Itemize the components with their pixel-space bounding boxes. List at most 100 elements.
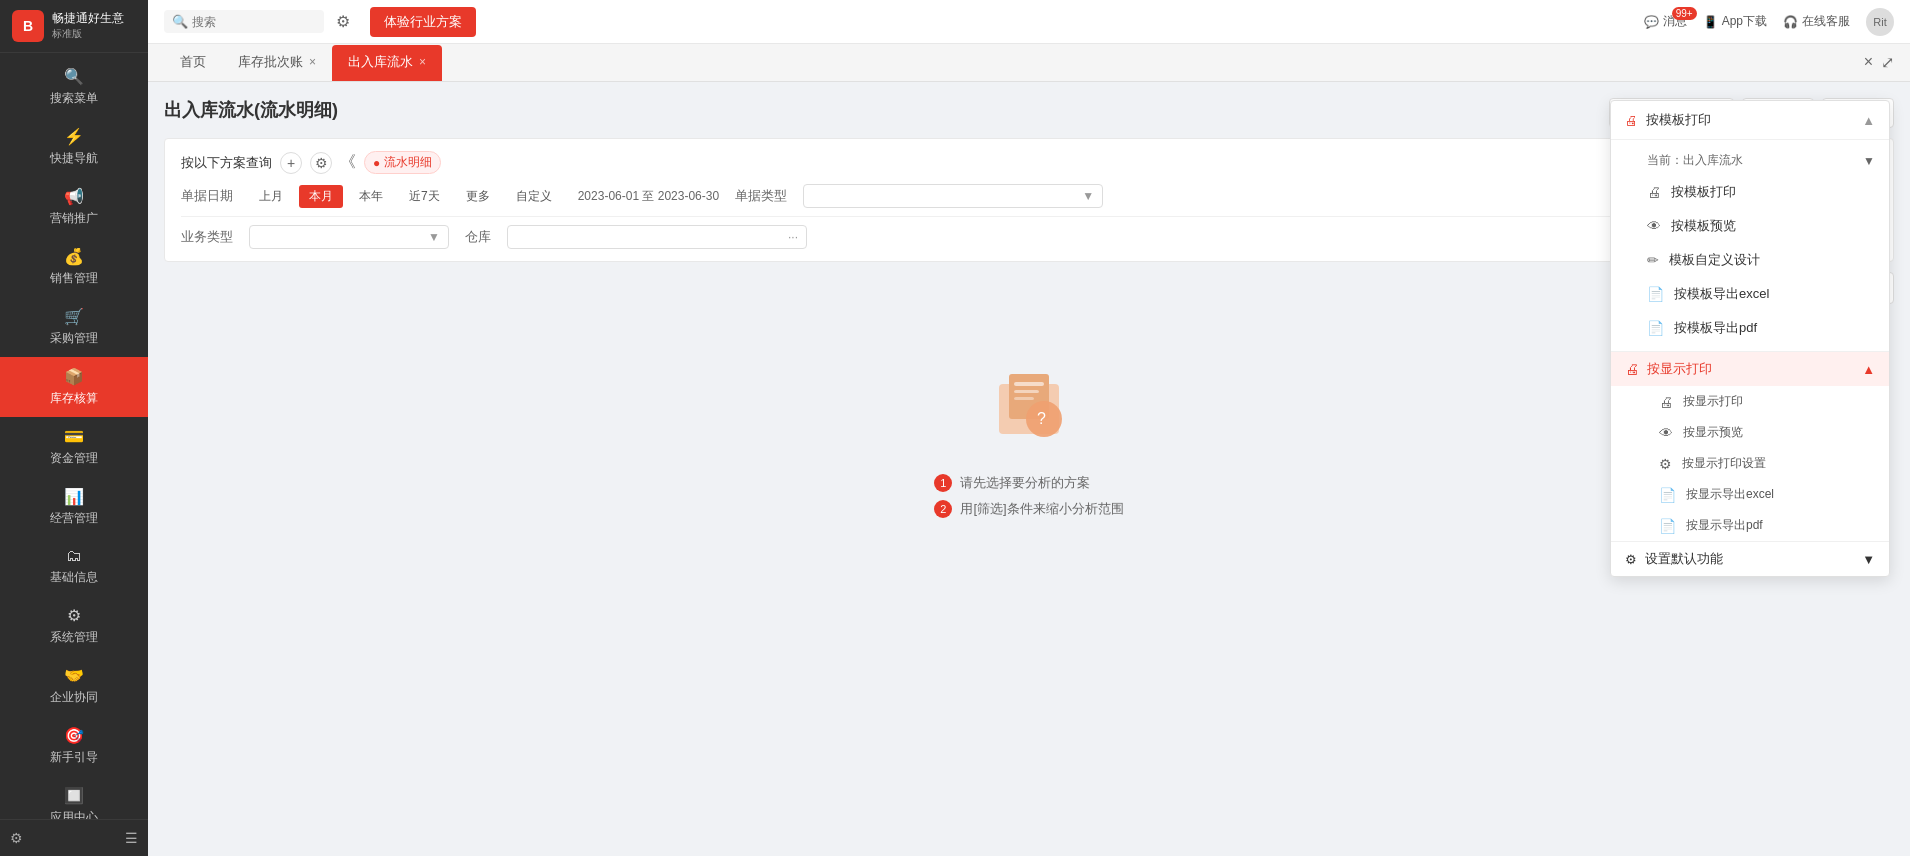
business-type-select[interactable]: ▼	[249, 225, 449, 249]
sidebar-item-corp[interactable]: 🤝 企业协同	[0, 656, 148, 716]
tab-flow-close[interactable]: ×	[419, 55, 426, 69]
tabs-bar: 首页 库存批次账 × 出入库流水 × × ⤢	[148, 44, 1910, 82]
sidebar-item-base[interactable]: 🗂 基础信息	[0, 537, 148, 596]
date-opt-this-year[interactable]: 本年	[349, 185, 393, 208]
sidebar-item-guide[interactable]: 🎯 新手引导	[0, 716, 148, 776]
base-icon: 🗂	[66, 547, 82, 565]
filter-tag-icon: ●	[373, 156, 380, 170]
footer-arrow: ▼	[1862, 552, 1875, 567]
template-excel-label: 按模板导出excel	[1674, 285, 1769, 303]
search-input[interactable]	[192, 15, 292, 29]
sidebar-item-quick-nav[interactable]: ⚡ 快捷导航	[0, 117, 148, 177]
dropdown-display-settings[interactable]: ⚙ 按显示打印设置	[1611, 448, 1889, 479]
sidebar-item-purchase[interactable]: 🛒 采购管理	[0, 297, 148, 357]
sidebar-item-operation[interactable]: 📊 经营管理	[0, 477, 148, 537]
sidebar-item-label: 搜索菜单	[50, 90, 98, 107]
dropdown-current-label[interactable]: 当前：出入库流水 ▼	[1611, 146, 1889, 175]
dropdown-display-section-header[interactable]: 🖨 按显示打印 ▲	[1611, 352, 1889, 386]
date-opt-this-month[interactable]: 本月	[299, 185, 343, 208]
dropdown-display-pdf[interactable]: 📄 按显示导出pdf	[1611, 510, 1889, 541]
date-opt-7days[interactable]: 近7天	[399, 185, 450, 208]
dropdown-icon: ▼	[428, 230, 440, 244]
date-opt-more[interactable]: 更多	[456, 185, 500, 208]
date-opt-custom[interactable]: 自定义	[506, 185, 562, 208]
sidebar-item-inventory[interactable]: 📦 库存核算	[0, 357, 148, 417]
sidebar-item-finance[interactable]: 💳 资金管理	[0, 417, 148, 477]
sales-icon: 💰	[64, 247, 84, 266]
sidebar-item-label: 新手引导	[50, 749, 98, 766]
corp-icon: 🤝	[64, 666, 84, 685]
dropdown-display-preview[interactable]: 👁 按显示预览	[1611, 417, 1889, 448]
user-avatar[interactable]: Rit	[1866, 8, 1894, 36]
svg-rect-3	[1014, 390, 1039, 393]
header-search-box[interactable]: 🔍	[164, 10, 324, 33]
svg-text:?: ?	[1037, 410, 1046, 427]
dropdown-template-excel[interactable]: 📄 按模板导出excel	[1611, 277, 1889, 311]
sidebar-item-label: 经营管理	[50, 510, 98, 527]
dropdown-header-icon: 🖨	[1625, 113, 1638, 128]
dropdown-template-design[interactable]: ✏ 模板自定义设计	[1611, 243, 1889, 277]
app-download-btn[interactable]: 📱 App下载	[1703, 13, 1767, 30]
empty-step-1: 1 请先选择要分析的方案	[934, 474, 1123, 492]
tab-close-btn[interactable]: ×	[1864, 53, 1873, 72]
dropdown-template-preview[interactable]: 👁 按模板预览	[1611, 209, 1889, 243]
message-icon: 💬	[1644, 15, 1659, 29]
empty-step-2: 2 用[筛选]条件来缩小分析范围	[934, 500, 1123, 518]
sidebar-item-app-center[interactable]: 🔲 应用中心	[0, 776, 148, 819]
sidebar-item-search[interactable]: 🔍 搜索菜单	[0, 57, 148, 117]
tab-batch-close[interactable]: ×	[309, 55, 316, 69]
dropdown-template-print[interactable]: 🖨 按模板打印	[1611, 175, 1889, 209]
filter-add-btn[interactable]: +	[280, 152, 302, 174]
dropdown-template-pdf[interactable]: 📄 按模板导出pdf	[1611, 311, 1889, 345]
dropdown-icon: ▼	[1082, 189, 1094, 203]
display-excel-label: 按显示导出excel	[1686, 486, 1774, 503]
filter-settings-btn[interactable]: ⚙	[310, 152, 332, 174]
print-dropdown-panel: 🖨 按模板打印 ▲ 当前：出入库流水 ▼ 🖨 按模板打印 👁 按模板预览 ✏ 模…	[1610, 100, 1890, 577]
filter-header-text: 按以下方案查询	[181, 154, 272, 172]
display-print-icon: 🖨	[1659, 394, 1673, 410]
quick-nav-icon: ⚡	[64, 127, 84, 146]
date-opt-prev-month[interactable]: 上月	[249, 185, 293, 208]
display-section-arrow: ▲	[1862, 362, 1875, 377]
sidebar-item-label: 基础信息	[50, 569, 98, 586]
filter-collapse-btn[interactable]: 《	[340, 152, 356, 173]
message-badge: 99+	[1672, 7, 1697, 20]
business-type-label: 业务类型	[181, 228, 233, 246]
display-settings-label: 按显示打印设置	[1682, 455, 1766, 472]
display-settings-icon: ⚙	[1659, 456, 1672, 472]
sidebar-item-marketing[interactable]: 📢 营销推广	[0, 177, 148, 237]
tab-home[interactable]: 首页	[164, 45, 222, 81]
sidebar-item-sales[interactable]: 💰 销售管理	[0, 237, 148, 297]
tab-batch[interactable]: 库存批次账 ×	[222, 45, 332, 81]
header-gear-icon[interactable]: ⚙	[336, 12, 350, 31]
app-center-icon: 🔲	[64, 786, 84, 805]
step-1-num: 1	[934, 474, 952, 492]
template-preview-label: 按模板预览	[1671, 217, 1736, 235]
header: 🔍 ⚙ 体验行业方案 💬 消息 99+ 📱 App下载 🎧 在线客服 Rit	[148, 0, 1910, 44]
headset-icon: 🎧	[1783, 15, 1798, 29]
message-btn[interactable]: 💬 消息 99+	[1644, 13, 1687, 30]
doc-type-select[interactable]: ▼	[803, 184, 1103, 208]
template-print-icon: 🖨	[1647, 184, 1661, 200]
warehouse-select[interactable]: ···	[507, 225, 807, 249]
system-icon: ⚙	[67, 606, 81, 625]
sidebar-item-label: 营销推广	[50, 210, 98, 227]
filter-tag[interactable]: ● 流水明细	[364, 151, 441, 174]
sidebar-menu-btn[interactable]: ☰	[125, 830, 138, 846]
tab-flow[interactable]: 出入库流水 ×	[332, 45, 442, 81]
display-pdf-label: 按显示导出pdf	[1686, 517, 1763, 534]
warehouse-more-icon: ···	[788, 230, 798, 244]
date-label: 单据日期	[181, 187, 233, 205]
tab-maximize-btn[interactable]: ⤢	[1881, 53, 1894, 72]
trial-btn[interactable]: 体验行业方案	[370, 7, 476, 37]
sidebar-item-label: 系统管理	[50, 629, 98, 646]
sidebar-item-label: 采购管理	[50, 330, 98, 347]
sidebar-settings-btn[interactable]: ⚙	[10, 830, 23, 846]
dropdown-close-btn[interactable]: ▲	[1862, 113, 1875, 128]
dropdown-display-print[interactable]: 🖨 按显示打印	[1611, 386, 1889, 417]
sidebar-item-label: 应用中心	[50, 809, 98, 819]
sidebar-item-system[interactable]: ⚙ 系统管理	[0, 596, 148, 656]
dropdown-footer[interactable]: ⚙ 设置默认功能 ▼	[1611, 541, 1889, 576]
online-service-btn[interactable]: 🎧 在线客服	[1783, 13, 1850, 30]
dropdown-display-excel[interactable]: 📄 按显示导出excel	[1611, 479, 1889, 510]
